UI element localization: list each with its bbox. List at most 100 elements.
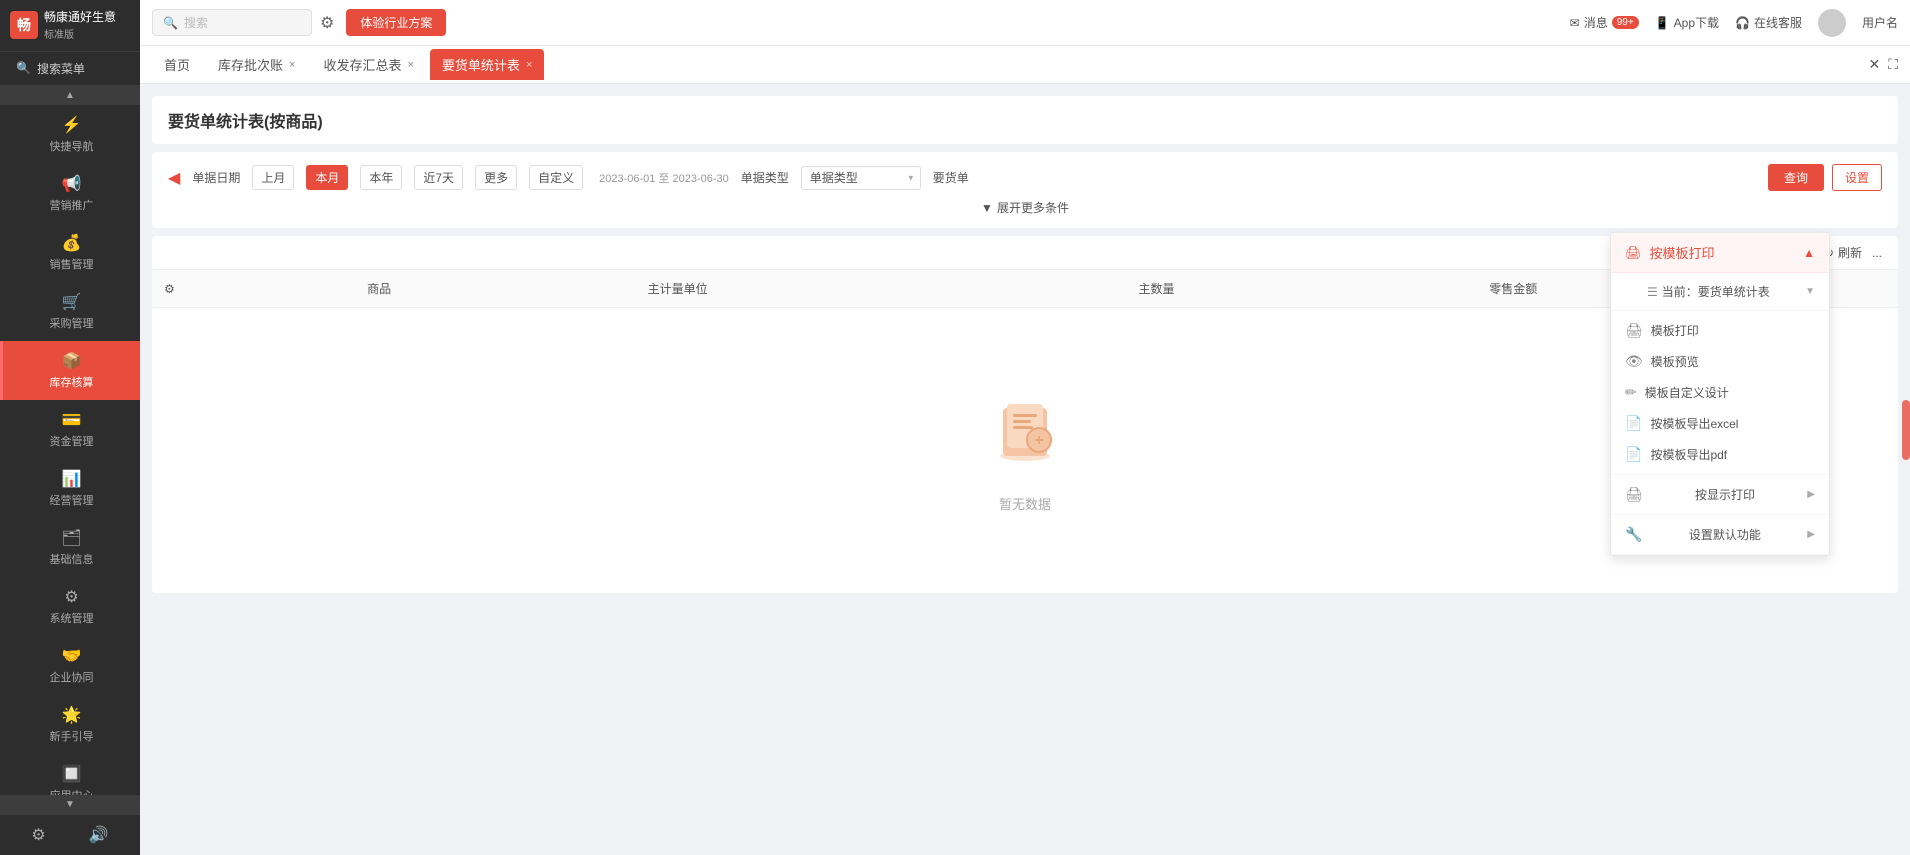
col-unit: 主计量单位 bbox=[636, 270, 1127, 308]
dropdown-template-preview[interactable]: 👁 模板预览 bbox=[1611, 346, 1829, 377]
sidebar-search[interactable]: 🔍 搜索菜单 bbox=[0, 52, 140, 86]
dropdown-collapse-icon: ▲ bbox=[1803, 246, 1815, 260]
settings-icon[interactable]: ⚙ bbox=[31, 825, 45, 845]
dropdown-set-default[interactable]: 🔧 设置默认功能 ▶ bbox=[1611, 519, 1829, 550]
sidebar-item-marketing[interactable]: 📢 营销推广 bbox=[0, 164, 140, 223]
filter-row-1: ◀ 单据日期 上月 本月 本年 近7天 更多 自定义 2023-06-01 至 … bbox=[168, 164, 1882, 191]
sidebar-item-quick-nav[interactable]: ⚡ 快捷导航 bbox=[0, 105, 140, 164]
sidebar-label-quick-nav: 快捷导航 bbox=[50, 138, 94, 154]
date-range-display: 2023-06-01 至 2023-06-30 bbox=[599, 170, 729, 186]
tab-fullscreen-button[interactable]: ⛶ bbox=[1888, 56, 1898, 73]
online-service-item[interactable]: 🎧 在线客服 bbox=[1735, 14, 1802, 31]
message-icon: ✉ bbox=[1570, 16, 1580, 30]
search-box-icon: 🔍 bbox=[163, 16, 178, 30]
sidebar-label-app-center: 应用中心 bbox=[50, 787, 94, 795]
page-header: 要货单统计表(按商品) bbox=[152, 96, 1898, 144]
sidebar-item-inventory[interactable]: 📦 库存核算 bbox=[0, 341, 140, 400]
sidebar-nav: ⚡ 快捷导航 📢 营销推广 💰 销售管理 🛒 采购管理 📦 库存核算 💳 资金管… bbox=[0, 105, 140, 795]
sidebar-item-app-center[interactable]: 🔲 应用中心 bbox=[0, 754, 140, 795]
topbar-gear-icon[interactable]: ⚙ bbox=[320, 13, 334, 33]
dropdown-display-print[interactable]: 🖨 按显示打印 ▶ bbox=[1611, 479, 1829, 510]
tab-collection-summary[interactable]: 收发存汇总表 × bbox=[311, 49, 425, 80]
search-icon: 🔍 bbox=[16, 61, 31, 75]
template-print-icon: 🖨 bbox=[1625, 322, 1643, 339]
dropdown-default-section: 🔧 设置默认功能 ▶ bbox=[1611, 515, 1829, 555]
sales-icon: 💰 bbox=[62, 233, 82, 253]
tab-order-stats[interactable]: 要货单统计表 × bbox=[430, 49, 544, 80]
dropdown-export-pdf[interactable]: 📄 按模板导出pdf bbox=[1611, 439, 1829, 470]
sound-icon[interactable]: 🔊 bbox=[89, 825, 109, 845]
sidebar-label-inventory: 库存核算 bbox=[50, 374, 94, 390]
base-icon: 🗂 bbox=[61, 528, 81, 548]
dropdown-header-left: 🖨 按模板打印 bbox=[1625, 243, 1715, 262]
sidebar-label-operations: 经营管理 bbox=[50, 492, 94, 508]
sidebar-item-purchase[interactable]: 🛒 采购管理 bbox=[0, 282, 140, 341]
sidebar-item-operations[interactable]: 📊 经营管理 bbox=[0, 459, 140, 518]
sidebar-bottom: ⚙ 🔊 bbox=[0, 814, 140, 855]
app-name: 畅康通好生意 bbox=[44, 10, 116, 26]
search-box[interactable]: 🔍 搜索 bbox=[152, 9, 312, 36]
message-item[interactable]: ✉ 消息 99+ bbox=[1570, 14, 1639, 31]
app-download-label: App下载 bbox=[1674, 14, 1719, 31]
display-print-label: 按显示打印 bbox=[1695, 486, 1755, 503]
doc-type-select[interactable]: 单据类型 bbox=[801, 166, 921, 190]
dropdown-header[interactable]: 🖨 按模板打印 ▲ bbox=[1611, 233, 1829, 273]
dropdown-current-section: ☰ 当前：要货单统计表 ▼ bbox=[1611, 273, 1829, 311]
sidebar-scroll-down[interactable]: ▼ bbox=[0, 795, 140, 814]
sidebar-scroll-up[interactable]: ▲ bbox=[0, 86, 140, 105]
date-btn-more[interactable]: 更多 bbox=[475, 165, 517, 190]
tabs-bar: 首页 库存批次账 × 收发存汇总表 × 要货单统计表 × ✕ ⛶ bbox=[140, 46, 1910, 84]
dropdown-current-item[interactable]: ☰ 当前：要货单统计表 ▼ bbox=[1611, 277, 1829, 306]
expand-more-conditions-button[interactable]: ▼ 展开更多条件 bbox=[981, 199, 1069, 216]
sidebar-label-finance: 资金管理 bbox=[50, 433, 94, 449]
setting-button[interactable]: 设置 bbox=[1832, 164, 1882, 191]
dropdown-main-section: 🖨 模板打印 👁 模板预览 ✏ 模板自定义设计 📄 按模板导出excel 📄 bbox=[1611, 311, 1829, 475]
tab-inventory-batch-close[interactable]: × bbox=[289, 59, 295, 71]
sidebar-item-sales[interactable]: 💰 销售管理 bbox=[0, 223, 140, 282]
doc-type-label: 单据类型 bbox=[741, 169, 789, 186]
sidebar-item-base[interactable]: 🗂 基础信息 bbox=[0, 518, 140, 577]
app-center-icon: 🔲 bbox=[62, 764, 82, 784]
headset-icon: 🎧 bbox=[1735, 16, 1750, 30]
sidebar-item-finance[interactable]: 💳 资金管理 bbox=[0, 400, 140, 459]
current-chevron-icon: ▼ bbox=[1805, 286, 1815, 297]
sidebar-item-system[interactable]: ⚙ 系统管理 bbox=[0, 577, 140, 636]
filter-collapse-icon[interactable]: ◀ bbox=[168, 168, 180, 188]
more-actions-button[interactable]: ... bbox=[1872, 246, 1882, 260]
dropdown-template-print[interactable]: 🖨 模板打印 bbox=[1611, 315, 1829, 346]
dropdown-export-excel[interactable]: 📄 按模板导出excel bbox=[1611, 408, 1829, 439]
tab-collection-summary-close[interactable]: × bbox=[407, 59, 413, 71]
online-service-label: 在线客服 bbox=[1754, 14, 1802, 31]
date-btn-current-month[interactable]: 本月 bbox=[306, 165, 348, 190]
top-bar: 🔍 搜索 ⚙ 体验行业方案 ✉ 消息 99+ 📱 App下载 🎧 在线客服 用户… bbox=[140, 0, 1910, 46]
trial-industry-button[interactable]: 体验行业方案 bbox=[346, 9, 446, 36]
tab-home[interactable]: 首页 bbox=[152, 49, 202, 80]
date-btn-custom[interactable]: 自定义 bbox=[529, 165, 583, 190]
dropdown-template-custom[interactable]: ✏ 模板自定义设计 bbox=[1611, 377, 1829, 408]
sidebar-item-enterprise[interactable]: 🤝 企业协同 bbox=[0, 636, 140, 695]
display-print-arrow-icon: ▶ bbox=[1807, 489, 1815, 500]
col-settings[interactable]: ⚙ bbox=[152, 270, 355, 308]
date-btn-prev-month[interactable]: 上月 bbox=[252, 165, 294, 190]
main-area: 🔍 搜索 ⚙ 体验行业方案 ✉ 消息 99+ 📱 App下载 🎧 在线客服 用户… bbox=[140, 0, 1910, 855]
template-preview-label: 模板预览 bbox=[1651, 353, 1699, 370]
export-excel-label: 按模板导出excel bbox=[1650, 415, 1738, 432]
tab-close-all-button[interactable]: ✕ bbox=[1868, 56, 1880, 73]
sidebar-label-base: 基础信息 bbox=[50, 551, 94, 567]
quick-nav-icon: ⚡ bbox=[62, 115, 82, 135]
query-button[interactable]: 查询 bbox=[1768, 164, 1824, 191]
inventory-icon: 📦 bbox=[62, 351, 82, 371]
right-scrollbar[interactable] bbox=[1902, 400, 1910, 460]
purchase-icon: 🛒 bbox=[62, 292, 82, 312]
avatar[interactable] bbox=[1818, 9, 1846, 37]
app-download-item[interactable]: 📱 App下载 bbox=[1655, 14, 1719, 31]
current-template-label: 当前：要货单统计表 bbox=[1662, 283, 1770, 300]
date-btn-last-7-days[interactable]: 近7天 bbox=[414, 165, 463, 190]
tab-inventory-batch[interactable]: 库存批次账 × bbox=[206, 49, 307, 80]
sidebar-label-sales: 销售管理 bbox=[50, 256, 94, 272]
export-pdf-icon: 📄 bbox=[1625, 446, 1642, 463]
finance-icon: 💳 bbox=[62, 410, 82, 430]
tab-order-stats-close[interactable]: × bbox=[526, 59, 532, 71]
sidebar-item-guide[interactable]: 🌟 新手引导 bbox=[0, 695, 140, 754]
date-btn-current-year[interactable]: 本年 bbox=[360, 165, 402, 190]
